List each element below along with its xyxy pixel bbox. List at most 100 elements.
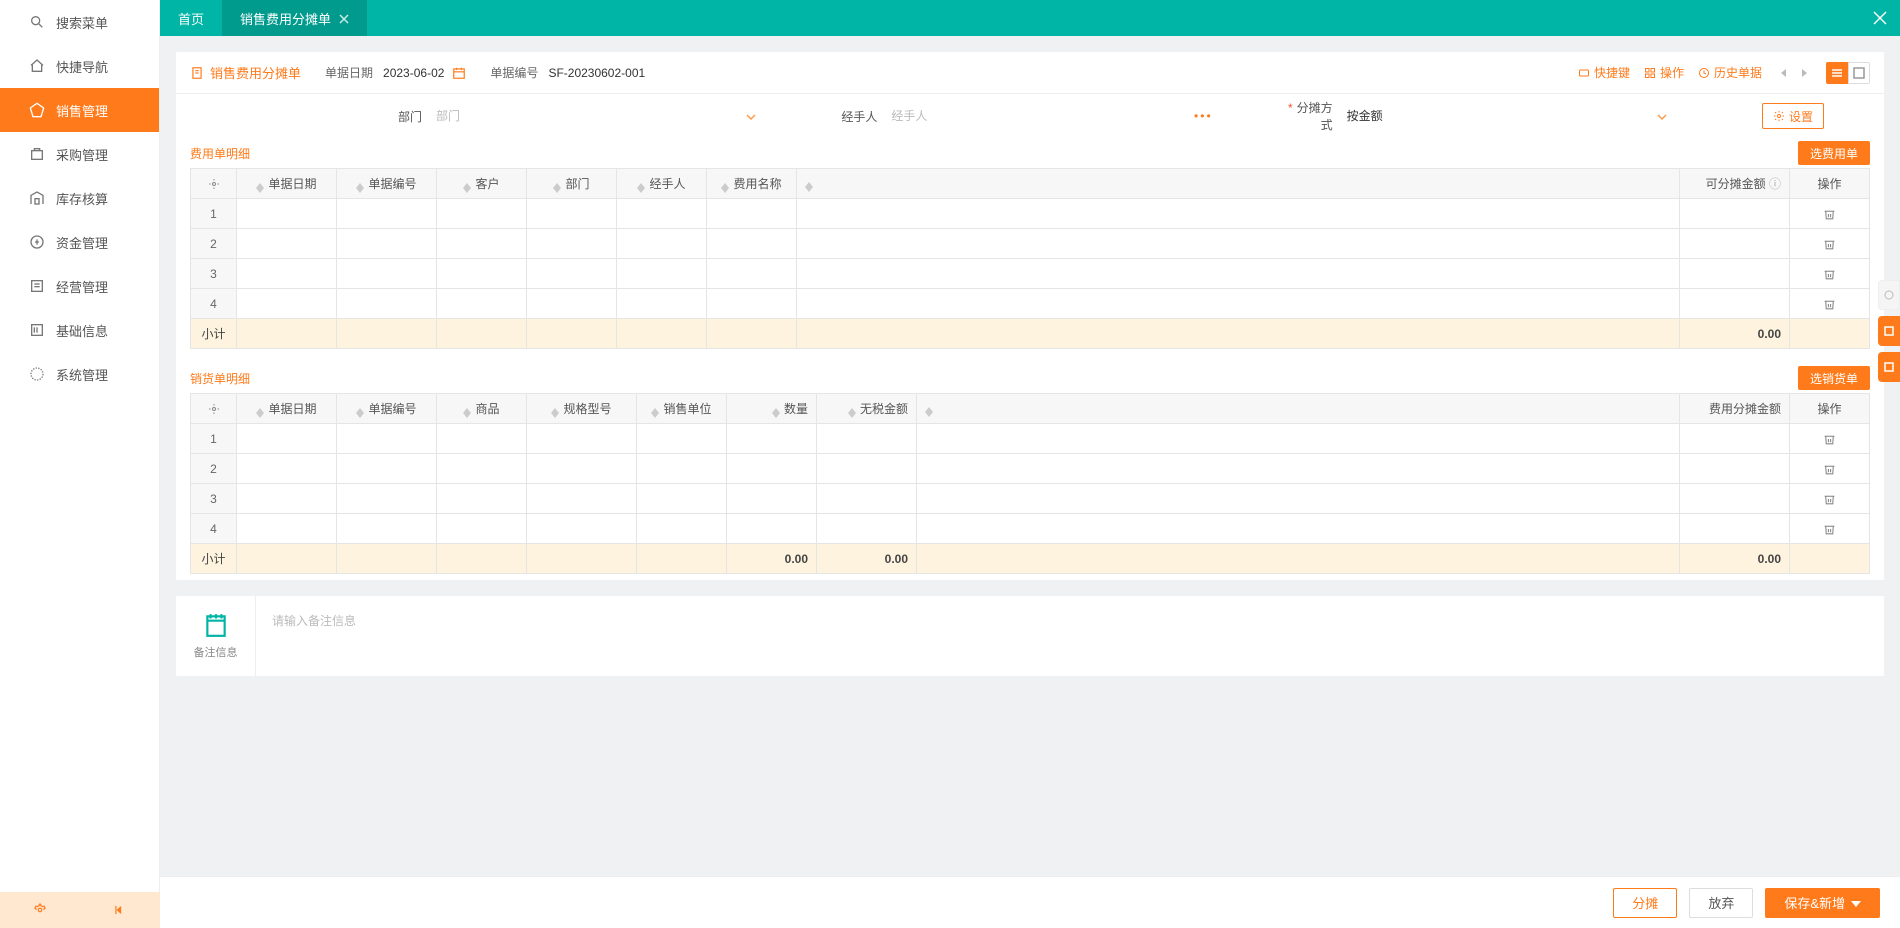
- sidebar-item-purchase[interactable]: 采购管理: [0, 132, 159, 176]
- col-notax[interactable]: 无税金额: [817, 394, 917, 424]
- col-blank[interactable]: [797, 169, 1680, 199]
- notes-icon: [203, 612, 229, 638]
- col-spec[interactable]: 规格型号: [527, 394, 637, 424]
- filter-allocate-label: 分摊方式: [1287, 99, 1343, 133]
- col-no[interactable]: 单据编号: [337, 169, 437, 199]
- col-op: 操作: [1790, 394, 1870, 424]
- shortcut-link[interactable]: 快捷键: [1578, 64, 1630, 81]
- select-expense-button[interactable]: 选费用单: [1798, 141, 1870, 165]
- sidebar-item-label: 资金管理: [56, 233, 108, 252]
- sales-subtotal-qty: 0.00: [727, 544, 817, 574]
- sidebar-item-label: 采购管理: [56, 145, 108, 164]
- sidebar-item-inventory[interactable]: 库存核算: [0, 176, 159, 220]
- table-row[interactable]: 1: [191, 199, 1870, 229]
- delete-icon[interactable]: [1823, 236, 1836, 250]
- doc-date-value[interactable]: 2023-06-02: [383, 66, 444, 80]
- topbar-close-button[interactable]: [1860, 0, 1900, 36]
- table-row[interactable]: 3: [191, 484, 1870, 514]
- sidebar-item-quick-nav[interactable]: 快捷导航: [0, 44, 159, 88]
- save-new-button[interactable]: 保存&新增: [1765, 888, 1880, 918]
- view-toggle: [1826, 62, 1870, 84]
- chevron-down-icon[interactable]: [741, 109, 761, 123]
- table-row[interactable]: 4: [191, 289, 1870, 319]
- col-alloc-amount[interactable]: 费用分摊金额: [1680, 394, 1790, 424]
- delete-icon[interactable]: [1823, 431, 1836, 445]
- sales-subtotal-alloc: 0.00: [1680, 544, 1790, 574]
- view-card-button[interactable]: [1848, 62, 1870, 84]
- tab-home[interactable]: 首页: [160, 0, 222, 36]
- filter-handler-label: 经手人: [831, 108, 887, 125]
- filter-handler-input[interactable]: [887, 103, 1190, 129]
- tab-home-label: 首页: [178, 9, 204, 28]
- delete-icon[interactable]: [1823, 461, 1836, 475]
- table-row[interactable]: 1: [191, 424, 1870, 454]
- settings-button[interactable]: 设置: [1762, 103, 1824, 129]
- col-gear[interactable]: [191, 394, 237, 424]
- col-dept[interactable]: 部门: [527, 169, 617, 199]
- col-blank2[interactable]: [917, 394, 1680, 424]
- remarks-input[interactable]: [256, 596, 1884, 676]
- col-qty[interactable]: 数量: [727, 394, 817, 424]
- col-name[interactable]: 费用名称: [707, 169, 797, 199]
- more-icon[interactable]: •••: [1190, 109, 1217, 123]
- delete-icon[interactable]: [1823, 296, 1836, 310]
- sidebar-item-basicinfo[interactable]: 基础信息: [0, 308, 159, 352]
- history-link[interactable]: 历史单据: [1698, 64, 1762, 81]
- sidebar-item-label: 销售管理: [56, 101, 108, 120]
- delete-icon[interactable]: [1823, 206, 1836, 220]
- view-list-button[interactable]: [1826, 62, 1848, 84]
- calendar-icon[interactable]: [452, 65, 466, 80]
- subtotal-row: 小计 0.00 0.00 0.00: [191, 544, 1870, 574]
- sales-subtotal-notax: 0.00: [817, 544, 917, 574]
- col-customer[interactable]: 客户: [437, 169, 527, 199]
- delete-icon[interactable]: [1823, 521, 1836, 535]
- filter-handler: 经手人 •••: [831, 103, 1216, 129]
- col-unit[interactable]: 销售单位: [637, 394, 727, 424]
- side-float-item-2[interactable]: [1878, 316, 1900, 346]
- filter-dept-input[interactable]: [432, 103, 741, 129]
- select-sales-button[interactable]: 选销货单: [1798, 366, 1870, 390]
- col-date[interactable]: 单据日期: [237, 394, 337, 424]
- doc-date-field: 单据日期 2023-06-02: [325, 64, 466, 81]
- table-row[interactable]: 4: [191, 514, 1870, 544]
- chevron-down-icon[interactable]: [1652, 109, 1672, 123]
- sidebar-item-label: 系统管理: [56, 365, 108, 384]
- help-icon[interactable]: ⓘ: [1769, 177, 1781, 191]
- table-row[interactable]: 3: [191, 259, 1870, 289]
- side-float-item-3[interactable]: [1878, 352, 1900, 382]
- col-gear[interactable]: [191, 169, 237, 199]
- nav-prev-icon[interactable]: [1776, 65, 1792, 81]
- col-op: 操作: [1790, 169, 1870, 199]
- col-date[interactable]: 单据日期: [237, 169, 337, 199]
- operate-link[interactable]: 操作: [1644, 64, 1684, 81]
- nav-arrows: [1776, 65, 1812, 81]
- sidebar-footer: [0, 892, 160, 928]
- nav-next-icon[interactable]: [1796, 65, 1812, 81]
- discard-button[interactable]: 放弃: [1689, 888, 1753, 918]
- tab-close-icon[interactable]: [339, 11, 349, 26]
- col-handler[interactable]: 经手人: [617, 169, 707, 199]
- table-row[interactable]: 2: [191, 454, 1870, 484]
- side-float-item-1[interactable]: [1878, 280, 1900, 310]
- sidebar-item-business[interactable]: 经营管理: [0, 264, 159, 308]
- sidebar-item-funds[interactable]: 资金管理: [0, 220, 159, 264]
- table-row[interactable]: 2: [191, 229, 1870, 259]
- allocate-button[interactable]: 分摊: [1613, 888, 1677, 918]
- sidebar-item-system[interactable]: 系统管理: [0, 352, 159, 396]
- tab-current[interactable]: 销售费用分摊单: [222, 0, 367, 36]
- sidebar-item-sales[interactable]: 销售管理: [0, 88, 159, 132]
- sidebar-settings-button[interactable]: [0, 892, 80, 928]
- sidebar-item-label: 快捷导航: [56, 57, 108, 76]
- side-float: [1878, 280, 1900, 388]
- col-product[interactable]: 商品: [437, 394, 527, 424]
- sidebar-collapse-button[interactable]: [80, 892, 160, 928]
- delete-icon[interactable]: [1823, 266, 1836, 280]
- sidebar-search[interactable]: 搜索菜单: [0, 0, 159, 44]
- col-no[interactable]: 单据编号: [337, 394, 437, 424]
- delete-icon[interactable]: [1823, 491, 1836, 505]
- sidebar-search-label: 搜索菜单: [56, 13, 108, 32]
- sidebar-item-label: 库存核算: [56, 189, 108, 208]
- doc-title-text: 销售费用分摊单: [210, 63, 301, 82]
- col-allocatable[interactable]: 可分摊金额 ⓘ: [1680, 169, 1790, 199]
- filter-allocate-input[interactable]: [1343, 103, 1652, 129]
